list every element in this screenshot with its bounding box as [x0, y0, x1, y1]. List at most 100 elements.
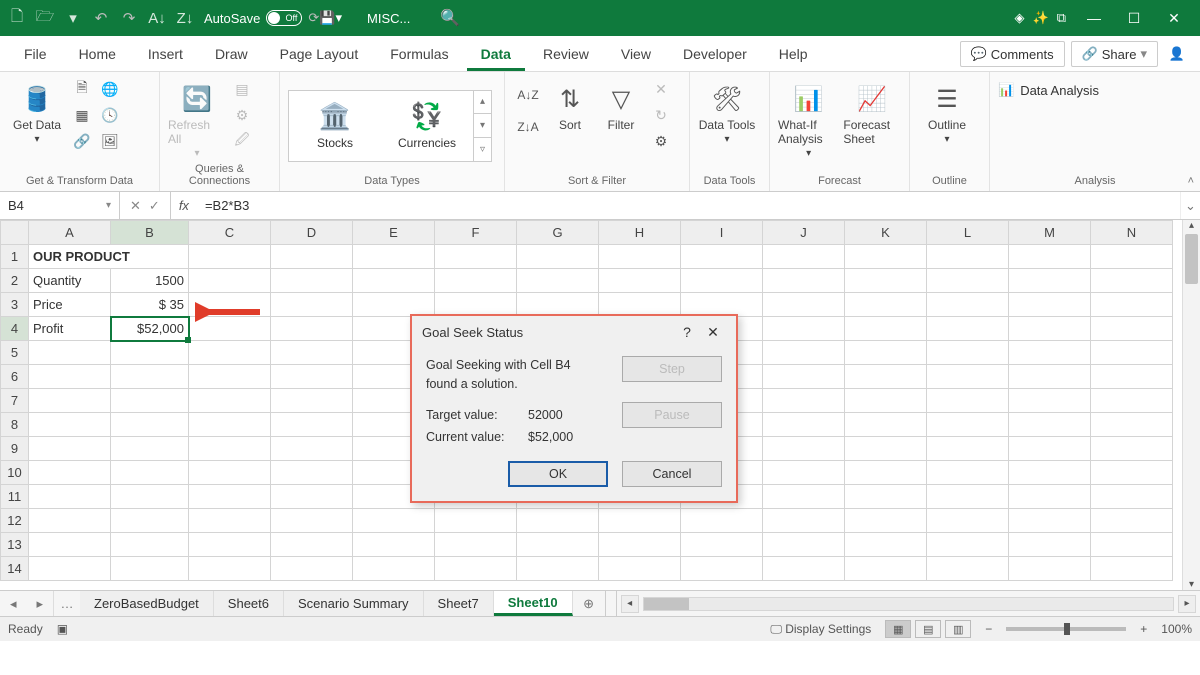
filter-button[interactable]: ▽Filter: [597, 78, 645, 132]
row-header[interactable]: 8: [1, 413, 29, 437]
horizontal-scrollbar[interactable]: ◂ ▸: [617, 591, 1200, 616]
column-header[interactable]: A: [29, 221, 111, 245]
properties-icon[interactable]: ⚙: [230, 104, 254, 126]
column-header[interactable]: J: [763, 221, 845, 245]
select-all-corner[interactable]: [1, 221, 29, 245]
stocks-type[interactable]: 🏛️Stocks: [289, 101, 381, 150]
macro-record-icon[interactable]: ▣: [57, 622, 68, 636]
cell[interactable]: [763, 317, 845, 341]
cell[interactable]: [845, 317, 927, 341]
cell[interactable]: $52,000: [111, 317, 189, 341]
cell[interactable]: [111, 461, 189, 485]
cell[interactable]: [1091, 485, 1173, 509]
cell[interactable]: [353, 557, 435, 581]
cell[interactable]: [1009, 365, 1091, 389]
tab-view[interactable]: View: [607, 38, 665, 71]
sheet-tab[interactable]: ZeroBasedBudget: [80, 591, 214, 616]
from-table-icon[interactable]: ▦: [70, 104, 94, 126]
from-text-icon[interactable]: 🗎: [70, 78, 94, 100]
advanced-filter-icon[interactable]: ⚙: [649, 130, 673, 152]
cell[interactable]: [1091, 269, 1173, 293]
tab-draw[interactable]: Draw: [201, 38, 262, 71]
zoom-level[interactable]: 100%: [1161, 622, 1192, 636]
cell[interactable]: [1009, 341, 1091, 365]
cell[interactable]: [845, 509, 927, 533]
cell[interactable]: [599, 533, 681, 557]
display-settings-button[interactable]: 🖵 Display Settings: [770, 622, 871, 637]
cell[interactable]: [927, 557, 1009, 581]
cell[interactable]: [1009, 317, 1091, 341]
cell[interactable]: [681, 269, 763, 293]
outline-button[interactable]: ☰Outline▾: [918, 78, 976, 145]
cell[interactable]: [271, 413, 353, 437]
data-analysis-button[interactable]: 📊 Data Analysis: [998, 82, 1099, 98]
column-header[interactable]: C: [189, 221, 271, 245]
collab-icon[interactable]: 👤: [1164, 46, 1190, 62]
cancel-button[interactable]: Cancel: [622, 461, 722, 487]
cell[interactable]: [189, 341, 271, 365]
row-header[interactable]: 5: [1, 341, 29, 365]
tab-help[interactable]: Help: [765, 38, 822, 71]
cell[interactable]: [845, 485, 927, 509]
undo-icon[interactable]: ↶: [90, 7, 112, 29]
cell[interactable]: [353, 269, 435, 293]
save-dropdown-icon[interactable]: ▾: [335, 10, 342, 26]
existing-conn-icon[interactable]: 🔗: [70, 130, 94, 152]
row-header[interactable]: 9: [1, 437, 29, 461]
cell[interactable]: [1009, 413, 1091, 437]
sort-button[interactable]: ⇅Sort: [547, 78, 593, 132]
cell[interactable]: [845, 557, 927, 581]
cell[interactable]: [111, 533, 189, 557]
cell[interactable]: [845, 461, 927, 485]
cell[interactable]: [29, 461, 111, 485]
scroll-up-icon[interactable]: ▴: [1183, 220, 1200, 231]
hscroll-left-icon[interactable]: ◂: [621, 595, 639, 613]
row-header[interactable]: 13: [1, 533, 29, 557]
cell[interactable]: [29, 365, 111, 389]
cell[interactable]: [271, 461, 353, 485]
maximize-button[interactable]: ☐: [1114, 0, 1154, 36]
cell[interactable]: [927, 389, 1009, 413]
cell[interactable]: [1009, 437, 1091, 461]
cell[interactable]: [845, 269, 927, 293]
cell[interactable]: [599, 245, 681, 269]
row-header[interactable]: 4: [1, 317, 29, 341]
tab-splitter[interactable]: [605, 591, 617, 616]
open-file-icon[interactable]: 🗁: [34, 7, 56, 29]
cell[interactable]: [271, 509, 353, 533]
cell[interactable]: [845, 293, 927, 317]
sort-asc-button[interactable]: A↓Z: [513, 84, 543, 106]
cell[interactable]: [189, 533, 271, 557]
cell[interactable]: [111, 413, 189, 437]
cell[interactable]: [763, 437, 845, 461]
cell[interactable]: [517, 269, 599, 293]
scroll-down-icon[interactable]: ▾: [1183, 579, 1200, 590]
cell[interactable]: [271, 317, 353, 341]
cell[interactable]: [681, 245, 763, 269]
column-header[interactable]: L: [927, 221, 1009, 245]
cell[interactable]: [763, 389, 845, 413]
cell[interactable]: [29, 557, 111, 581]
new-file-icon[interactable]: 🗋: [6, 7, 28, 29]
window-icon[interactable]: ⧉: [1057, 10, 1066, 26]
cell[interactable]: [435, 245, 517, 269]
cell[interactable]: [517, 533, 599, 557]
cell[interactable]: [1091, 389, 1173, 413]
cell[interactable]: [1091, 365, 1173, 389]
cell[interactable]: [271, 389, 353, 413]
row-header[interactable]: 6: [1, 365, 29, 389]
tab-developer[interactable]: Developer: [669, 38, 761, 71]
cell[interactable]: [763, 461, 845, 485]
cell[interactable]: [189, 509, 271, 533]
cell[interactable]: [29, 509, 111, 533]
column-header[interactable]: F: [435, 221, 517, 245]
column-header[interactable]: N: [1091, 221, 1173, 245]
sync-icon[interactable]: ⟳: [308, 10, 319, 26]
cell[interactable]: [111, 365, 189, 389]
cell[interactable]: [927, 269, 1009, 293]
cell[interactable]: Quantity: [29, 269, 111, 293]
sort-desc-icon[interactable]: Z↓: [174, 7, 196, 29]
tab-page-layout[interactable]: Page Layout: [266, 38, 373, 71]
cell[interactable]: [1091, 461, 1173, 485]
qat-dropdown-icon[interactable]: ▾: [62, 7, 84, 29]
